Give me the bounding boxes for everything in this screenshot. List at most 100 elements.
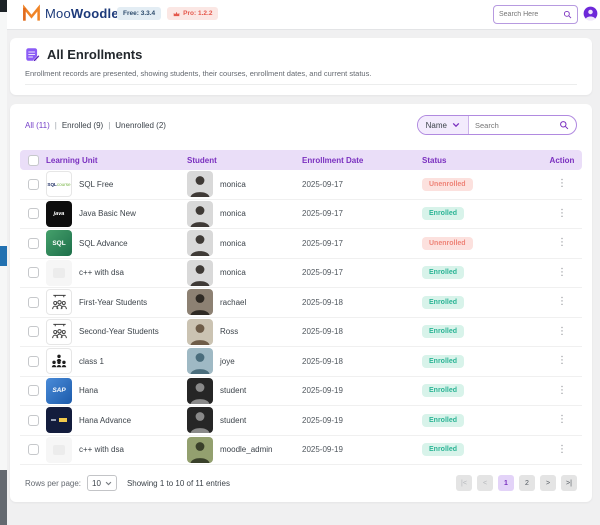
table-row: c++ with dsa monica 2025-09-17 Enrolled … <box>20 259 582 289</box>
course-thumbnail <box>46 319 72 345</box>
student-name: monica <box>220 239 246 248</box>
search-icon[interactable] <box>563 10 572 19</box>
kebab-menu-icon[interactable]: ⋮ <box>553 413 571 427</box>
table-row: class 1 joye 2025-09-18 Enrolled ⋮ <box>20 347 582 377</box>
row-checkbox[interactable] <box>28 238 39 249</box>
course-name: class 1 <box>79 357 104 366</box>
pagination-last-button[interactable]: >| <box>561 475 577 491</box>
select-all-checkbox[interactable] <box>28 155 39 166</box>
kebab-menu-icon[interactable]: ⋮ <box>553 325 571 339</box>
kebab-menu-icon[interactable]: ⋮ <box>553 266 571 280</box>
row-checkbox[interactable] <box>28 179 39 190</box>
row-checkbox[interactable] <box>28 297 39 308</box>
page-heading-card: All Enrollments Enrollment records are p… <box>10 38 592 95</box>
search-icon[interactable] <box>559 120 569 130</box>
enrollments-table-card: All (11)|Enrolled (9)|Unenrolled (2) Nam… <box>10 104 592 502</box>
admin-sidebar-strip-top <box>0 0 7 12</box>
filter-search-input[interactable] <box>469 121 559 130</box>
pagination-page-1[interactable]: 1 <box>498 475 514 491</box>
admin-sidebar-strip-bottom <box>0 470 7 525</box>
search-field-dropdown[interactable]: Name <box>418 116 469 134</box>
pagination-prev-button[interactable]: < <box>477 475 493 491</box>
enrollment-date: 2025-09-17 <box>302 239 422 248</box>
kebab-menu-icon[interactable]: ⋮ <box>553 443 571 457</box>
student-name: student <box>220 386 246 395</box>
student-avatar <box>187 171 213 197</box>
enrollment-date: 2025-09-19 <box>302 416 422 425</box>
enrollment-date: 2025-09-18 <box>302 327 422 336</box>
chevron-down-icon <box>105 481 112 486</box>
search-field-value: Name <box>426 121 447 130</box>
status-badge: Unenrolled <box>422 178 473 191</box>
course-thumbnail <box>46 260 72 286</box>
row-checkbox[interactable] <box>28 267 39 278</box>
table-row: c++ with dsa moodle_admin 2025-09-19 Enr… <box>20 436 582 466</box>
course-name: c++ with dsa <box>79 268 124 277</box>
top-header: MooWoodle Free: 3.3.4 Pro: 1.2.2 <box>7 0 600 30</box>
student-name: student <box>220 416 246 425</box>
pagination-next-button[interactable]: > <box>540 475 556 491</box>
kebab-menu-icon[interactable]: ⋮ <box>553 354 571 368</box>
course-thumbnail: java <box>46 201 72 227</box>
student-name: monica <box>220 268 246 277</box>
course-thumbnail: SQL <box>46 230 72 256</box>
row-checkbox[interactable] <box>28 385 39 396</box>
status-badge: Enrolled <box>422 207 464 220</box>
kebab-menu-icon[interactable]: ⋮ <box>553 207 571 221</box>
student-name: joye <box>220 357 235 366</box>
status-badge: Enrolled <box>422 325 464 338</box>
showing-entries-text: Showing 1 to 10 of 11 entries <box>127 479 230 488</box>
enrollment-date: 2025-09-18 <box>302 298 422 307</box>
student-name: Ross <box>220 327 238 336</box>
table-body: SQLcourse SQL Free monica 2025-09-17 Une… <box>20 170 582 465</box>
pagination-first-button[interactable]: |< <box>456 475 472 491</box>
header-search-input[interactable] <box>499 11 563 18</box>
tab-separator: | <box>108 121 110 130</box>
table-header-row: Learning Unit Student Enrollment Date St… <box>20 150 582 170</box>
enrollments-icon <box>25 47 40 62</box>
pagination-page-2[interactable]: 2 <box>519 475 535 491</box>
status-badge: Enrolled <box>422 266 464 279</box>
version-badges: Free: 3.3.4 Pro: 1.2.2 <box>117 7 218 20</box>
status-badge: Enrolled <box>422 443 464 456</box>
course-thumbnail <box>46 348 72 374</box>
row-checkbox[interactable] <box>28 356 39 367</box>
row-checkbox[interactable] <box>28 444 39 455</box>
admin-sidebar-strip <box>0 0 7 525</box>
course-thumbnail <box>46 437 72 463</box>
course-name: First-Year Students <box>79 298 147 307</box>
course-name: Hana Advance <box>79 416 131 425</box>
rows-per-page-select[interactable]: 10 <box>87 475 117 491</box>
course-thumbnail: SAP <box>46 378 72 404</box>
course-name: Second-Year Students <box>79 327 159 336</box>
kebab-menu-icon[interactable]: ⋮ <box>553 384 571 398</box>
enrollment-date: 2025-09-19 <box>302 445 422 454</box>
table-row: java Java Basic New monica 2025-09-17 En… <box>20 200 582 230</box>
col-header-action: Action <box>542 156 582 165</box>
filter-search-control: Name <box>417 115 577 135</box>
row-checkbox[interactable] <box>28 415 39 426</box>
kebab-menu-icon[interactable]: ⋮ <box>553 236 571 250</box>
rows-per-page-label: Rows per page: <box>25 479 81 488</box>
table-row: First-Year Students rachael 2025-09-18 E… <box>20 288 582 318</box>
kebab-menu-icon[interactable]: ⋮ <box>553 295 571 309</box>
kebab-menu-icon[interactable]: ⋮ <box>553 177 571 191</box>
enrollment-date: 2025-09-17 <box>302 268 422 277</box>
filter-tab-unenrolled[interactable]: Unenrolled (2) <box>115 121 166 130</box>
row-checkbox[interactable] <box>28 208 39 219</box>
col-header-enrollment-date: Enrollment Date <box>302 156 422 165</box>
header-search-box <box>493 5 578 24</box>
logo-text: MooWoodle <box>45 6 119 21</box>
user-avatar-icon[interactable] <box>583 6 598 21</box>
filter-tab-all[interactable]: All (11) <box>25 121 50 130</box>
row-checkbox[interactable] <box>28 326 39 337</box>
course-name: SQL Free <box>79 180 113 189</box>
student-avatar <box>187 289 213 315</box>
crown-icon <box>173 11 180 17</box>
student-avatar <box>187 230 213 256</box>
table-row: SAP Hana student 2025-09-19 Enrolled ⋮ <box>20 377 582 407</box>
pro-version-badge: Pro: 1.2.2 <box>167 7 218 20</box>
student-avatar <box>187 260 213 286</box>
pagination: |< <12 > >| <box>456 475 577 491</box>
filter-tab-enrolled[interactable]: Enrolled (9) <box>62 121 103 130</box>
